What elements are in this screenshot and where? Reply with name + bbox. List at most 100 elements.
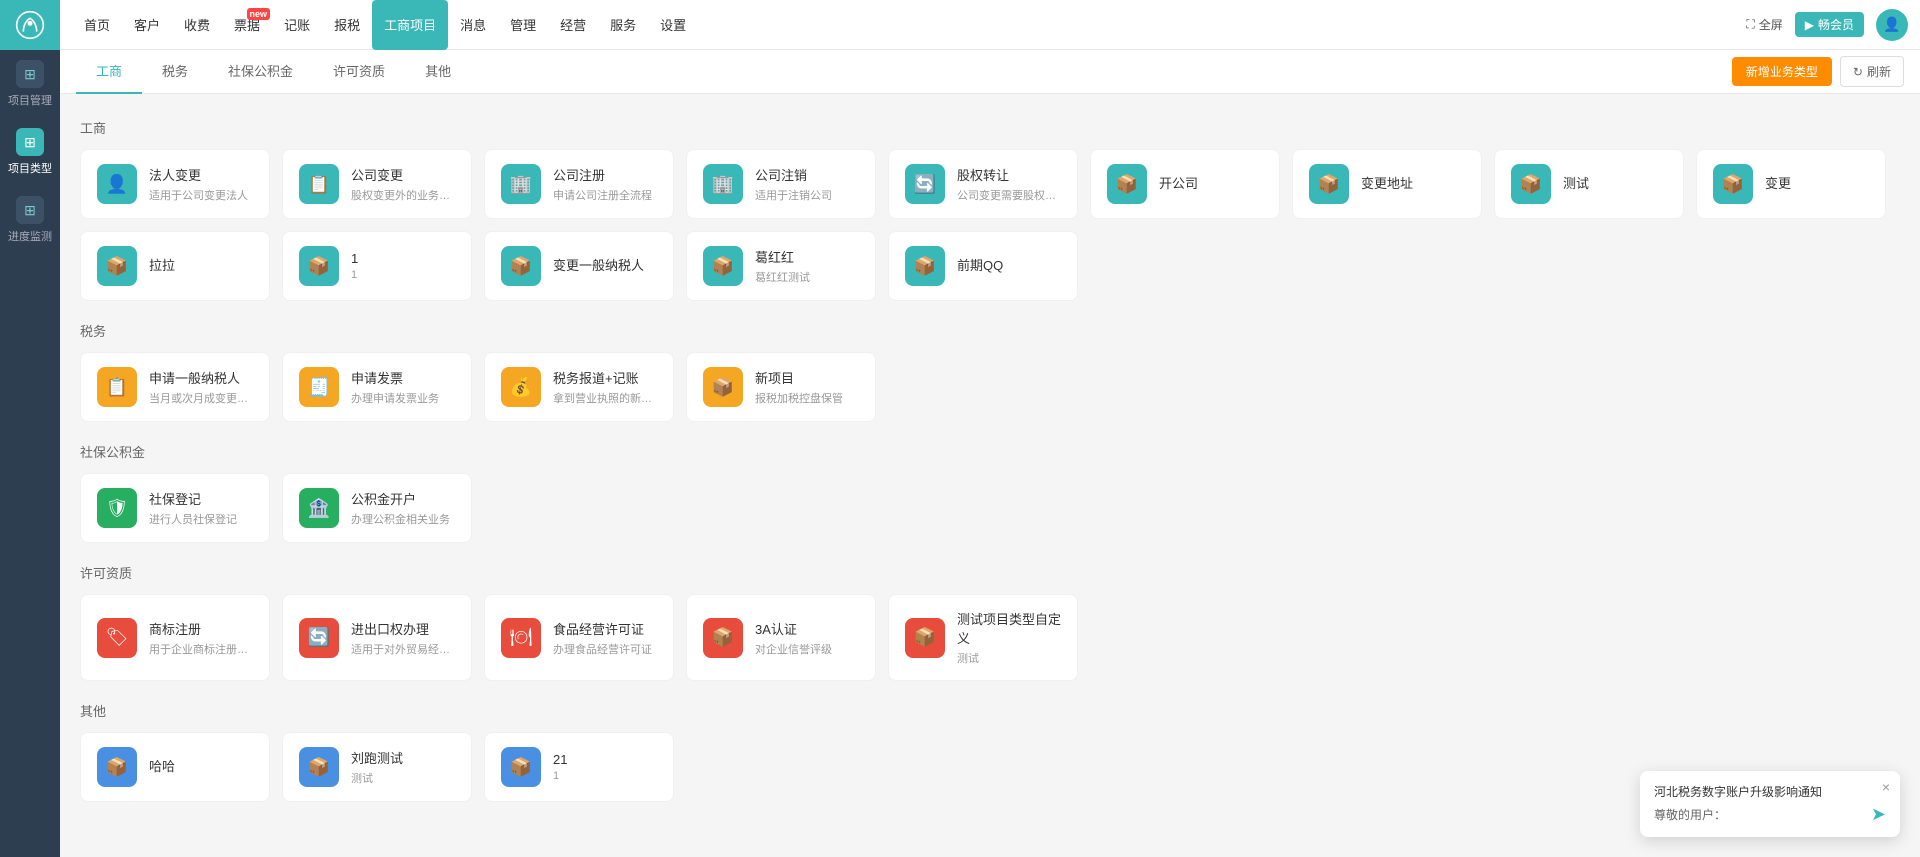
nav-operation[interactable]: 经营 — [548, 0, 598, 50]
card-desc: 适用于公司变更法人 — [149, 187, 253, 203]
card-gehonghong[interactable]: 📦 葛红红 葛红红测试 — [686, 231, 876, 301]
card-desc: 当月或次月成变更完成 — [149, 390, 253, 406]
sidebar-item-label: 进度监测 — [8, 228, 52, 244]
card-shangbiao-zhuce[interactable]: 🏷 商标注册 用于企业商标注册服务 — [80, 594, 270, 681]
notif-text: 尊敬的用户： — [1654, 806, 1886, 825]
card-icon: 🔄 — [905, 164, 945, 204]
nav-settings[interactable]: 设置 — [648, 0, 698, 50]
card-biange-shuiren[interactable]: 📦 变更一般纳税人 — [484, 231, 674, 301]
cards-row-shuiwu: 📋 申请一般纳税人 当月或次月成变更完成 🧾 申请发票 办理申请发票业务 💰 — [80, 352, 1900, 422]
card-title: 商标注册 — [149, 619, 253, 638]
nav-service[interactable]: 服务 — [598, 0, 648, 50]
card-desc: 测试 — [957, 650, 1061, 666]
sidebar-item-label: 项目类型 — [8, 160, 52, 176]
nav-accounting[interactable]: 记账 — [272, 0, 322, 50]
card-lala[interactable]: 📦 拉拉 — [80, 231, 270, 301]
card-shebao-dengji[interactable]: 🛡 社保登记 进行人员社保登记 — [80, 473, 270, 543]
cards-row-shebao: 🛡 社保登记 进行人员社保登记 🏦 公积金开户 办理公积金相关业务 — [80, 473, 1900, 543]
card-title: 公积金开户 — [351, 489, 455, 508]
nav-biz-project[interactable]: 工商项目 — [372, 0, 448, 50]
card-icon: 📦 — [501, 747, 541, 787]
tab-shebao[interactable]: 社保公积金 — [208, 50, 313, 94]
card-icon: 📦 — [703, 367, 743, 407]
nav-customer[interactable]: 客户 — [122, 0, 172, 50]
card-title: 刘跑测试 — [351, 748, 455, 767]
notif-title: 河北税务数字账户升级影响通知 — [1654, 783, 1886, 800]
nav-tax[interactable]: 报税 — [322, 0, 372, 50]
card-icon: 📦 — [501, 246, 541, 286]
card-shipin-jingying[interactable]: 🍽 食品经营许可证 办理食品经营许可证 — [484, 594, 674, 681]
section-title-shebao: 社保公积金 — [80, 442, 1900, 461]
card-qianqi-qq[interactable]: 📦 前期QQ — [888, 231, 1078, 301]
card-title: 21 — [553, 752, 657, 767]
nav-management[interactable]: 管理 — [498, 0, 548, 50]
card-kai-gongsi[interactable]: 📦 开公司 — [1090, 149, 1280, 219]
nav-home[interactable]: 首页 — [72, 0, 122, 50]
sidebar-item-project-mgmt[interactable]: ⊞ 项目管理 — [0, 50, 60, 118]
card-desc: 申请公司注册全流程 — [553, 187, 657, 203]
card-title: 税务报道+记账 — [553, 368, 657, 387]
card-desc: 办理公积金相关业务 — [351, 511, 455, 527]
card-icon: 👤 — [97, 164, 137, 204]
card-gongsi-biange[interactable]: 📋 公司变更 股权变更外的业务变更 — [282, 149, 472, 219]
card-icon: 📦 — [905, 618, 945, 658]
avatar[interactable]: 👤 — [1876, 9, 1908, 41]
nav-message[interactable]: 消息 — [448, 0, 498, 50]
card-jinchukouquan[interactable]: 🔄 进出口权办理 适用于对外贸易经营者 — [282, 594, 472, 681]
tab-other[interactable]: 其他 — [405, 50, 471, 94]
card-icon: 🏦 — [299, 488, 339, 528]
refresh-button[interactable]: ↻ 刷新 — [1840, 56, 1904, 87]
card-xin-xiangmu[interactable]: 📦 新项目 报税加税控盘保管 — [686, 352, 876, 422]
card-title: 哈哈 — [149, 756, 253, 775]
cards-row-other: 📦 哈哈 📦 刘跑测试 测试 📦 21 — [80, 732, 1900, 802]
nav-billing[interactable]: 收费 — [172, 0, 222, 50]
tabs-bar: 工商 税务 社保公积金 许可资质 其他 新增业务类型 ↻ 刷新 — [60, 50, 1920, 94]
card-desc: 适用于注销公司 — [755, 187, 859, 203]
card-twentyone[interactable]: 📦 21 1 — [484, 732, 674, 802]
card-icon: 💰 — [501, 367, 541, 407]
tab-shuiwu[interactable]: 税务 — [142, 50, 208, 94]
fullscreen-icon: ⛶ — [1746, 17, 1754, 32]
card-shuiwu-baodao[interactable]: 💰 税务报道+记账 拿到营业执照的新公司 — [484, 352, 674, 422]
fullscreen-btn[interactable]: ⛶ 全屏 — [1746, 16, 1782, 33]
card-faren-biange[interactable]: 👤 法人变更 适用于公司变更法人 — [80, 149, 270, 219]
tabs-right: 新增业务类型 ↻ 刷新 — [1732, 56, 1904, 87]
member-btn[interactable]: ▶ 畅会员 — [1795, 12, 1864, 37]
card-icon: 🏷 — [97, 618, 137, 658]
card-title: 新项目 — [755, 368, 859, 387]
card-title: 食品经营许可证 — [553, 619, 657, 638]
sidebar-item-progress-monitor[interactable]: ⊞ 进度监测 — [0, 186, 60, 254]
card-gongjijin-kaihuo[interactable]: 🏦 公积金开户 办理公积金相关业务 — [282, 473, 472, 543]
card-gongsi-zhuxiao[interactable]: 🏢 公司注销 适用于注销公司 — [686, 149, 876, 219]
card-haha[interactable]: 📦 哈哈 — [80, 732, 270, 802]
project-type-icon: ⊞ — [16, 128, 44, 156]
card-title: 公司注销 — [755, 165, 859, 184]
card-icon: 📦 — [1309, 164, 1349, 204]
tab-gongshang[interactable]: 工商 — [76, 50, 142, 94]
card-biange-dizhi[interactable]: 📦 变更地址 — [1292, 149, 1482, 219]
card-ceshi[interactable]: 📦 测试 — [1494, 149, 1684, 219]
card-icon: 📦 — [703, 618, 743, 658]
notif-close-button[interactable]: × — [1882, 779, 1890, 795]
card-3a-renzheng[interactable]: 📦 3A认证 对企业信誉评级 — [686, 594, 876, 681]
card-guquan-zhuanrang[interactable]: 🔄 股权转让 公司变更需要股权转让 — [888, 149, 1078, 219]
card-liupao-ceshi[interactable]: 📦 刘跑测试 测试 — [282, 732, 472, 802]
card-biange2[interactable]: 📦 变更 — [1696, 149, 1886, 219]
card-title: 股权转让 — [957, 165, 1061, 184]
new-type-button[interactable]: 新增业务类型 — [1732, 57, 1832, 86]
card-shenqing-fapiao[interactable]: 🧾 申请发票 办理申请发票业务 — [282, 352, 472, 422]
tab-xuke[interactable]: 许可资质 — [313, 50, 405, 94]
card-title: 拉拉 — [149, 255, 253, 274]
sidebar-logo — [0, 0, 60, 50]
nav-ticket[interactable]: 票据 new — [222, 0, 272, 50]
card-shenqing-納税[interactable]: 📋 申请一般纳税人 当月或次月成变更完成 — [80, 352, 270, 422]
card-one[interactable]: 📦 1 1 — [282, 231, 472, 301]
card-icon: 🧾 — [299, 367, 339, 407]
card-icon: 📋 — [299, 164, 339, 204]
card-icon: 📦 — [97, 747, 137, 787]
card-gongsi-zhuce[interactable]: 🏢 公司注册 申请公司注册全流程 — [484, 149, 674, 219]
card-ceshi-leixing[interactable]: 📦 测试项目类型自定义 测试 — [888, 594, 1078, 681]
project-mgmt-icon: ⊞ — [16, 60, 44, 88]
sidebar-item-project-type[interactable]: ⊞ 项目类型 — [0, 118, 60, 186]
card-desc: 拿到营业执照的新公司 — [553, 390, 657, 406]
